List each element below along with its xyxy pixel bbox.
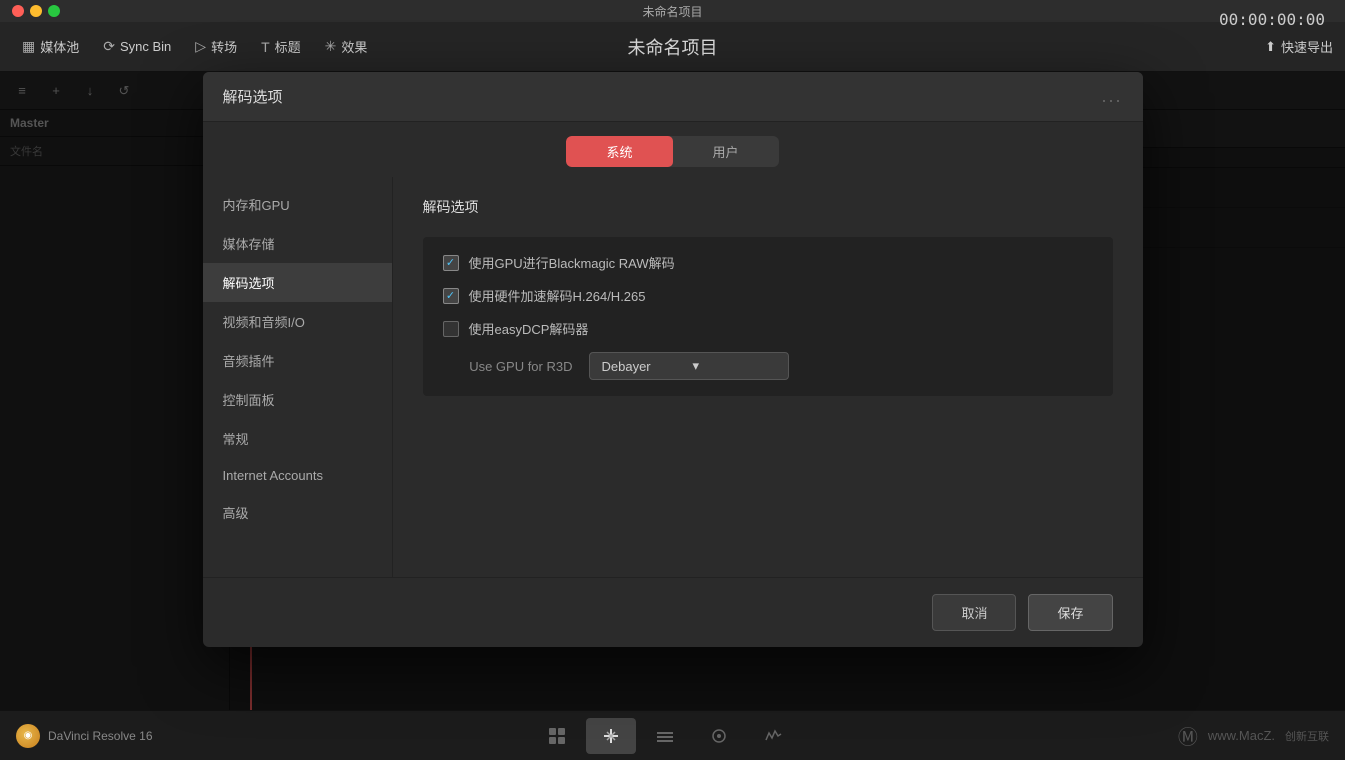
bottom-left: ◉ DaVinci Resolve 16 xyxy=(16,724,153,748)
brand-logo-icon: Ⓜ xyxy=(1178,721,1198,750)
toolbar-right: ⬆ 快速导出 xyxy=(1265,37,1333,56)
nav-fusion[interactable] xyxy=(694,718,744,754)
media-pool-icon: ▦ xyxy=(22,38,35,55)
chevron-down-icon: ▾ xyxy=(693,358,776,374)
titles-icon: T xyxy=(261,39,270,55)
option-row-3: 使用easyDCP解码器 xyxy=(443,319,1093,338)
checkbox-gpu-raw[interactable] xyxy=(443,255,459,271)
brand-name: 创新互联 xyxy=(1285,728,1329,744)
tab-user[interactable]: 用户 xyxy=(673,136,779,167)
nav-media[interactable] xyxy=(532,718,582,754)
options-box: 使用GPU进行Blackmagic RAW解码 使用硬件加速解码H.264/H.… xyxy=(423,237,1113,396)
window-controls[interactable] xyxy=(12,5,60,17)
content-title: 解码选项 xyxy=(423,197,1113,217)
preferences-dialog: 解码选项 ... 系统 用户 内存和GPU 媒体存储 xyxy=(203,72,1143,647)
sync-bin-button[interactable]: ⟳ Sync Bin xyxy=(93,33,181,60)
titles-label: 标题 xyxy=(275,37,301,56)
media-pool-button[interactable]: ▦ 媒体池 xyxy=(12,32,89,61)
app-name: DaVinci Resolve 16 xyxy=(48,729,153,743)
maximize-button[interactable] xyxy=(48,5,60,17)
watermark-text: www.MacZ. xyxy=(1208,728,1275,743)
sync-bin-label: Sync Bin xyxy=(120,39,171,54)
top-toolbar: ▦ 媒体池 ⟳ Sync Bin ▷ 转场 T 标题 ✳ 效果 未命名项目 ⬆ … xyxy=(0,22,1345,72)
gpu-r3d-row: Use GPU for R3D Debayer ▾ xyxy=(443,352,1093,380)
dialog-body: 内存和GPU 媒体存储 解码选项 视频和音频I/O 音频插件 控制面板 xyxy=(203,177,1143,577)
gpu-r3d-label: Use GPU for R3D xyxy=(443,359,573,374)
bottom-toolbar: ◉ DaVinci Resolve 16 Ⓜ www.MacZ. 创新互联 xyxy=(0,710,1345,760)
media-pool-label: 媒体池 xyxy=(40,37,79,56)
effects-icon: ✳ xyxy=(325,38,337,55)
sync-bin-icon: ⟳ xyxy=(103,38,115,55)
time-display: 00:00:00:00 xyxy=(1219,0,1325,38)
nav-edit[interactable] xyxy=(640,718,690,754)
transitions-label: 转场 xyxy=(211,37,237,56)
gpu-r3d-select[interactable]: Debayer ▾ xyxy=(589,352,789,380)
watermark-area: Ⓜ www.MacZ. 创新互联 xyxy=(1178,721,1329,750)
nav-fairlight[interactable] xyxy=(748,718,798,754)
dialog-sidebar: 内存和GPU 媒体存储 解码选项 视频和音频I/O 音频插件 控制面板 xyxy=(203,177,393,577)
effects-button[interactable]: ✳ 效果 xyxy=(315,32,378,61)
bottom-nav xyxy=(532,718,798,754)
minimize-button[interactable] xyxy=(30,5,42,17)
effects-label: 效果 xyxy=(341,37,367,56)
transitions-icon: ▷ xyxy=(195,38,206,55)
option-label-3: 使用easyDCP解码器 xyxy=(469,319,589,338)
davinci-logo: ◉ xyxy=(16,724,40,748)
option-label-1: 使用GPU进行Blackmagic RAW解码 xyxy=(469,253,675,272)
export-icon: ⬆ xyxy=(1265,39,1276,55)
dialog-more-button[interactable]: ... xyxy=(1101,86,1122,107)
dialog-content: 解码选项 使用GPU进行Blackmagic RAW解码 使用硬件加速解码H.2… xyxy=(393,177,1143,577)
dialog-footer: 取消 保存 xyxy=(203,577,1143,647)
tab-system[interactable]: 系统 xyxy=(566,136,672,167)
checkbox-hw-decode[interactable] xyxy=(443,288,459,304)
title-bar: 未命名项目 xyxy=(0,0,1345,22)
option-row-2: 使用硬件加速解码H.264/H.265 xyxy=(443,286,1093,305)
nav-cut[interactable] xyxy=(586,718,636,754)
dialog-title: 解码选项 xyxy=(223,86,283,107)
titles-button[interactable]: T 标题 xyxy=(251,32,311,61)
sidebar-item-general[interactable]: 常规 xyxy=(203,419,392,458)
sidebar-item-decode-options[interactable]: 解码选项 xyxy=(203,263,392,302)
sidebar-item-control-panel[interactable]: 控制面板 xyxy=(203,380,392,419)
save-button[interactable]: 保存 xyxy=(1028,594,1112,631)
dialog-tabs: 系统 用户 xyxy=(203,122,1143,177)
checkbox-easydcp[interactable] xyxy=(443,321,459,337)
quick-export-button[interactable]: ⬆ 快速导出 xyxy=(1265,37,1333,56)
cancel-button[interactable]: 取消 xyxy=(932,594,1016,631)
window-title: 未命名项目 xyxy=(642,3,702,20)
quick-export-label: 快速导出 xyxy=(1281,37,1333,56)
sidebar-item-media-storage[interactable]: 媒体存储 xyxy=(203,224,392,263)
project-title: 未命名项目 xyxy=(628,34,718,60)
sidebar-item-memory-gpu[interactable]: 内存和GPU xyxy=(203,185,392,224)
gpu-r3d-value: Debayer xyxy=(602,359,685,374)
close-button[interactable] xyxy=(12,5,24,17)
sidebar-item-audio-plugins[interactable]: 音频插件 xyxy=(203,341,392,380)
sidebar-item-internet-accounts[interactable]: Internet Accounts xyxy=(203,458,392,493)
dialog-header: 解码选项 ... xyxy=(203,72,1143,122)
sidebar-item-video-audio-io[interactable]: 视频和音频I/O xyxy=(203,302,392,341)
transitions-button[interactable]: ▷ 转场 xyxy=(185,32,247,61)
dialog-overlay: 解码选项 ... 系统 用户 内存和GPU 媒体存储 xyxy=(0,72,1345,710)
tab-group: 系统 用户 xyxy=(566,136,778,167)
option-row-1: 使用GPU进行Blackmagic RAW解码 xyxy=(443,253,1093,272)
toolbar-left: ▦ 媒体池 ⟳ Sync Bin ▷ 转场 T 标题 ✳ 效果 xyxy=(12,32,377,61)
option-label-2: 使用硬件加速解码H.264/H.265 xyxy=(469,286,646,305)
sidebar-item-advanced[interactable]: 高级 xyxy=(203,493,392,532)
